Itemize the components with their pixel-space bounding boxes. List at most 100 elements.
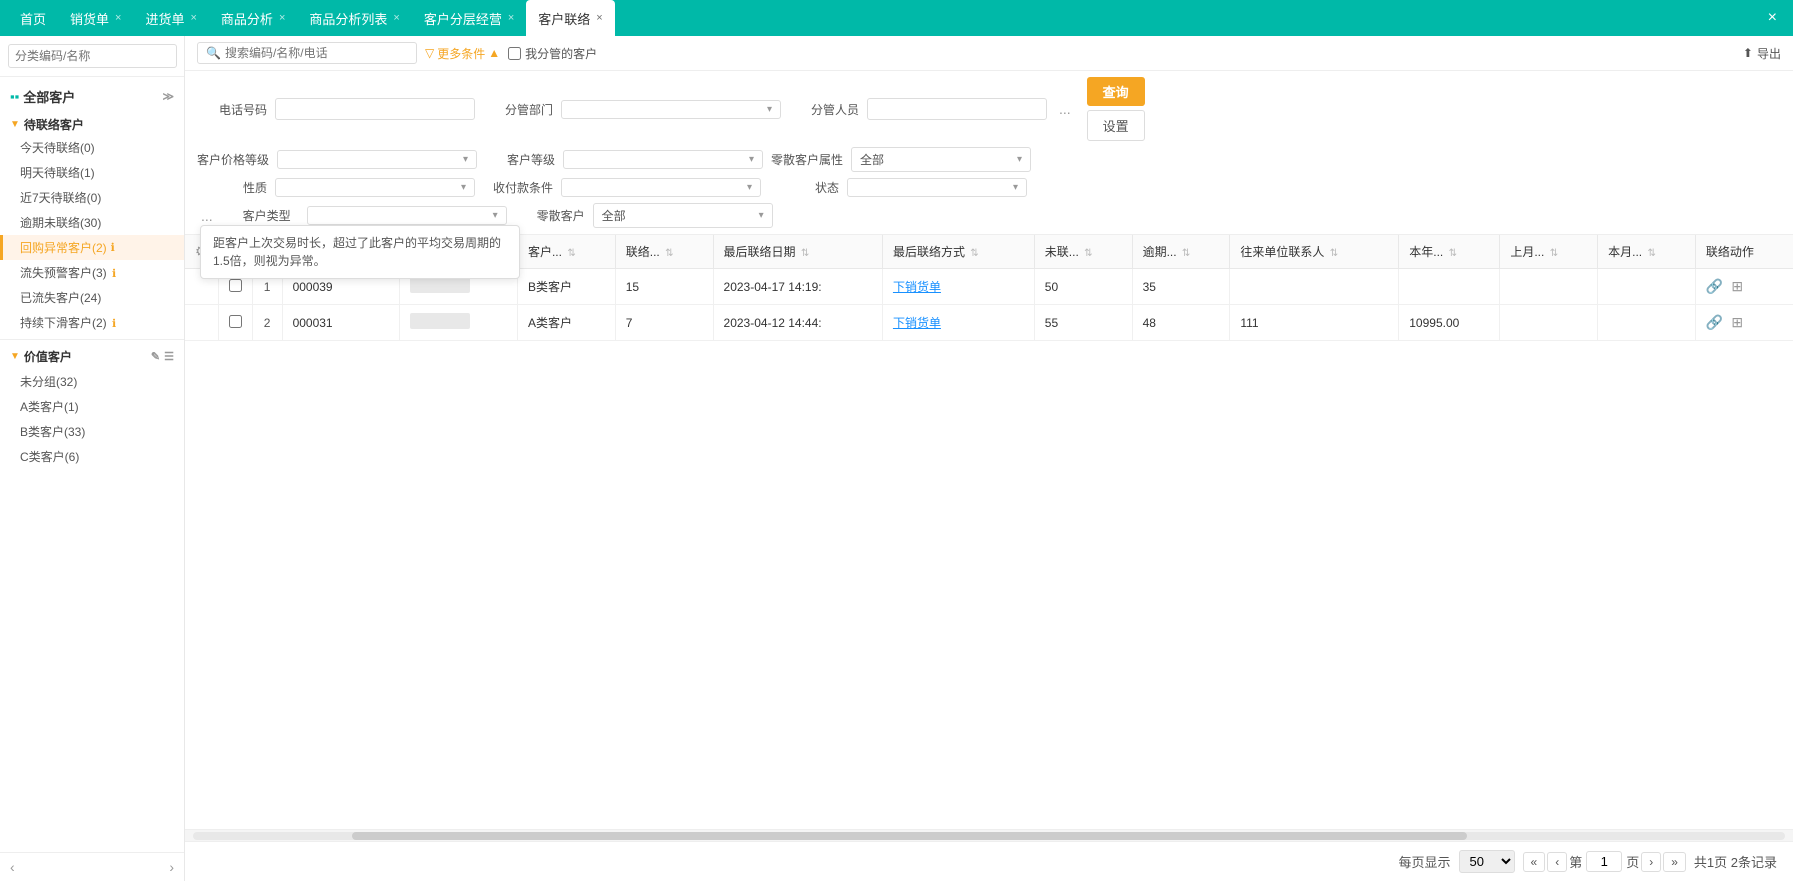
row4-more-dots[interactable]: ...: [201, 208, 213, 224]
type-sort-icon[interactable]: ⇅: [567, 248, 575, 259]
manager-input[interactable]: [867, 98, 1047, 120]
th-this-month[interactable]: 本月... ⇅: [1598, 235, 1696, 269]
unpaid-sort-icon[interactable]: ⇅: [1084, 248, 1092, 259]
settings-button[interactable]: 设置: [1087, 110, 1145, 141]
nav-item-analysis-list[interactable]: 商品分析列表 ×: [297, 0, 411, 36]
sidebar-item-class-c[interactable]: C类客户(6): [0, 444, 184, 469]
close-purchase-icon[interactable]: ×: [190, 12, 196, 24]
sidebar-item-repurchase-anomaly[interactable]: 回购异常客户(2) ℹ: [0, 235, 184, 260]
nav-item-sales[interactable]: 销货单 ×: [58, 0, 133, 36]
row2-unpaid: 55: [1034, 305, 1132, 341]
th-last-method[interactable]: 最后联络方式 ⇅: [882, 235, 1034, 269]
my-customers-toggle[interactable]: 我分管的客户: [508, 45, 597, 62]
top-navigation: 首页 销货单 × 进货单 × 商品分析 × 商品分析列表 × 客户分层经营 × …: [0, 0, 1793, 36]
sidebar-item-7days-pending[interactable]: 近7天待联络(0): [0, 185, 184, 210]
customer-grade-label: 客户等级: [485, 151, 555, 168]
sidebar-item-ungrouped[interactable]: 未分组(32): [0, 369, 184, 394]
value-section-more-icon[interactable]: ☰: [164, 350, 174, 363]
payment-dropdown[interactable]: ▾: [561, 178, 761, 197]
th-last-month[interactable]: 上月... ⇅: [1500, 235, 1598, 269]
this-year-sort-icon[interactable]: ⇅: [1449, 248, 1457, 259]
row2-last-method[interactable]: 下销货单: [882, 305, 1034, 341]
phone-input[interactable]: [275, 98, 475, 120]
manager-more-dots[interactable]: ...: [1059, 101, 1071, 117]
first-page-button[interactable]: «: [1523, 852, 1546, 872]
row1-last-method[interactable]: 下销货单: [882, 269, 1034, 305]
row2-last-method-link[interactable]: 下销货单: [893, 316, 941, 330]
row2-checkbox-cell[interactable]: [218, 305, 252, 341]
prev-page-button[interactable]: ‹: [1547, 852, 1567, 872]
row2-name[interactable]: [400, 305, 518, 341]
row2-checkbox[interactable]: [229, 315, 242, 328]
sidebar-item-tomorrow-pending[interactable]: 明天待联络(1): [0, 160, 184, 185]
overdue-sort-icon[interactable]: ⇅: [1182, 248, 1190, 259]
scroll-left-icon[interactable]: ‹: [10, 859, 15, 875]
query-button[interactable]: 查询: [1087, 77, 1145, 106]
customer-grade-dropdown[interactable]: ▾: [563, 150, 763, 169]
sidebar-all-customers-header[interactable]: ▪▪ 全部客户 ≫: [0, 81, 184, 112]
last-month-sort-icon[interactable]: ⇅: [1550, 248, 1558, 259]
scrollbar-thumb[interactable]: [352, 832, 1466, 840]
row1-grid-icon[interactable]: ⊞: [1731, 278, 1743, 295]
my-customers-checkbox[interactable]: [508, 47, 521, 60]
th-contact-person[interactable]: 往来单位联系人 ⇅: [1230, 235, 1399, 269]
sidebar-item-churn-warning[interactable]: 流失预警客户(3) ℹ: [0, 260, 184, 285]
collapse-sidebar-icon[interactable]: ≫: [162, 90, 174, 103]
th-unpaid[interactable]: 未联... ⇅: [1034, 235, 1132, 269]
main-search-input[interactable]: [225, 46, 408, 60]
retail-attr-label: 零散客户属性: [771, 151, 843, 168]
last-date-sort-icon[interactable]: ⇅: [801, 248, 809, 259]
th-type[interactable]: 客户... ⇅: [517, 235, 615, 269]
more-filters-button[interactable]: ▽ 更多条件 ▲: [425, 45, 500, 62]
sidebar-pending-section[interactable]: ▼ 待联络客户: [0, 112, 184, 135]
sidebar-item-today-pending[interactable]: 今天待联络(0): [0, 135, 184, 160]
price-grade-dropdown[interactable]: ▾: [277, 150, 477, 169]
sidebar-search-input[interactable]: [8, 44, 177, 68]
sidebar-value-section[interactable]: ▼ 价值客户 ✎ ☰: [0, 344, 184, 369]
th-this-year[interactable]: 本年... ⇅: [1399, 235, 1500, 269]
nav-item-purchase[interactable]: 进货单 ×: [133, 0, 208, 36]
sidebar-item-class-a[interactable]: A类客户(1): [0, 394, 184, 419]
nav-item-home[interactable]: 首页: [8, 0, 58, 36]
page-number-input[interactable]: [1586, 851, 1622, 872]
row2-grid-icon[interactable]: ⊞: [1731, 314, 1743, 331]
close-customer-ops-icon[interactable]: ×: [508, 12, 514, 24]
row1-last-method-link[interactable]: 下销货单: [893, 280, 941, 294]
contact-sort-icon[interactable]: ⇅: [665, 248, 673, 259]
sidebar-item-overdue[interactable]: 逾期未联络(30): [0, 210, 184, 235]
nav-item-customer-ops[interactable]: 客户分层经营 ×: [412, 0, 526, 36]
row1-link-icon[interactable]: 🔗: [1706, 278, 1723, 295]
th-overdue[interactable]: 逾期... ⇅: [1132, 235, 1230, 269]
retail-attr-dropdown[interactable]: 全部 ▾: [851, 147, 1031, 172]
page-size-select[interactable]: 50 100 200: [1459, 850, 1515, 873]
close-analysis-icon[interactable]: ×: [279, 12, 285, 24]
close-analysis-list-icon[interactable]: ×: [393, 12, 399, 24]
th-contact[interactable]: 联络... ⇅: [615, 235, 713, 269]
nav-item-customer-contact[interactable]: 客户联络 ×: [526, 0, 614, 36]
dept-dropdown[interactable]: ▾: [561, 100, 781, 119]
export-button[interactable]: ⬆ 导出: [1743, 45, 1781, 62]
sidebar-item-declining[interactable]: 持续下滑客户(2) ℹ: [0, 310, 184, 335]
row1-checkbox[interactable]: [229, 279, 242, 292]
nav-item-analysis[interactable]: 商品分析 ×: [209, 0, 297, 36]
sidebar-item-class-b[interactable]: B类客户(33): [0, 419, 184, 444]
this-month-sort-icon[interactable]: ⇅: [1647, 248, 1655, 259]
close-customer-contact-icon[interactable]: ×: [596, 12, 602, 24]
contact-person-sort-icon[interactable]: ⇅: [1330, 248, 1338, 259]
sidebar-item-churned[interactable]: 已流失客户(24): [0, 285, 184, 310]
value-section-edit-icon[interactable]: ✎: [151, 350, 160, 363]
last-method-sort-icon[interactable]: ⇅: [970, 248, 978, 259]
customer-type-dropdown[interactable]: ▾: [307, 206, 507, 225]
scroll-right-icon[interactable]: ›: [169, 859, 174, 875]
nature-dropdown[interactable]: ▾: [275, 178, 475, 197]
status-dropdown[interactable]: ▾: [847, 178, 1027, 197]
close-sales-icon[interactable]: ×: [115, 12, 121, 24]
row2-link-icon[interactable]: 🔗: [1706, 314, 1723, 331]
next-page-button[interactable]: ›: [1641, 852, 1661, 872]
horizontal-scrollbar[interactable]: [185, 829, 1793, 841]
close-all-tabs-button[interactable]: ×: [1760, 9, 1785, 27]
retail-customer-dropdown[interactable]: 全部 ▾: [593, 203, 773, 228]
row2-num: 2: [252, 305, 282, 341]
last-page-button[interactable]: »: [1663, 852, 1686, 872]
th-last-date[interactable]: 最后联络日期 ⇅: [713, 235, 882, 269]
